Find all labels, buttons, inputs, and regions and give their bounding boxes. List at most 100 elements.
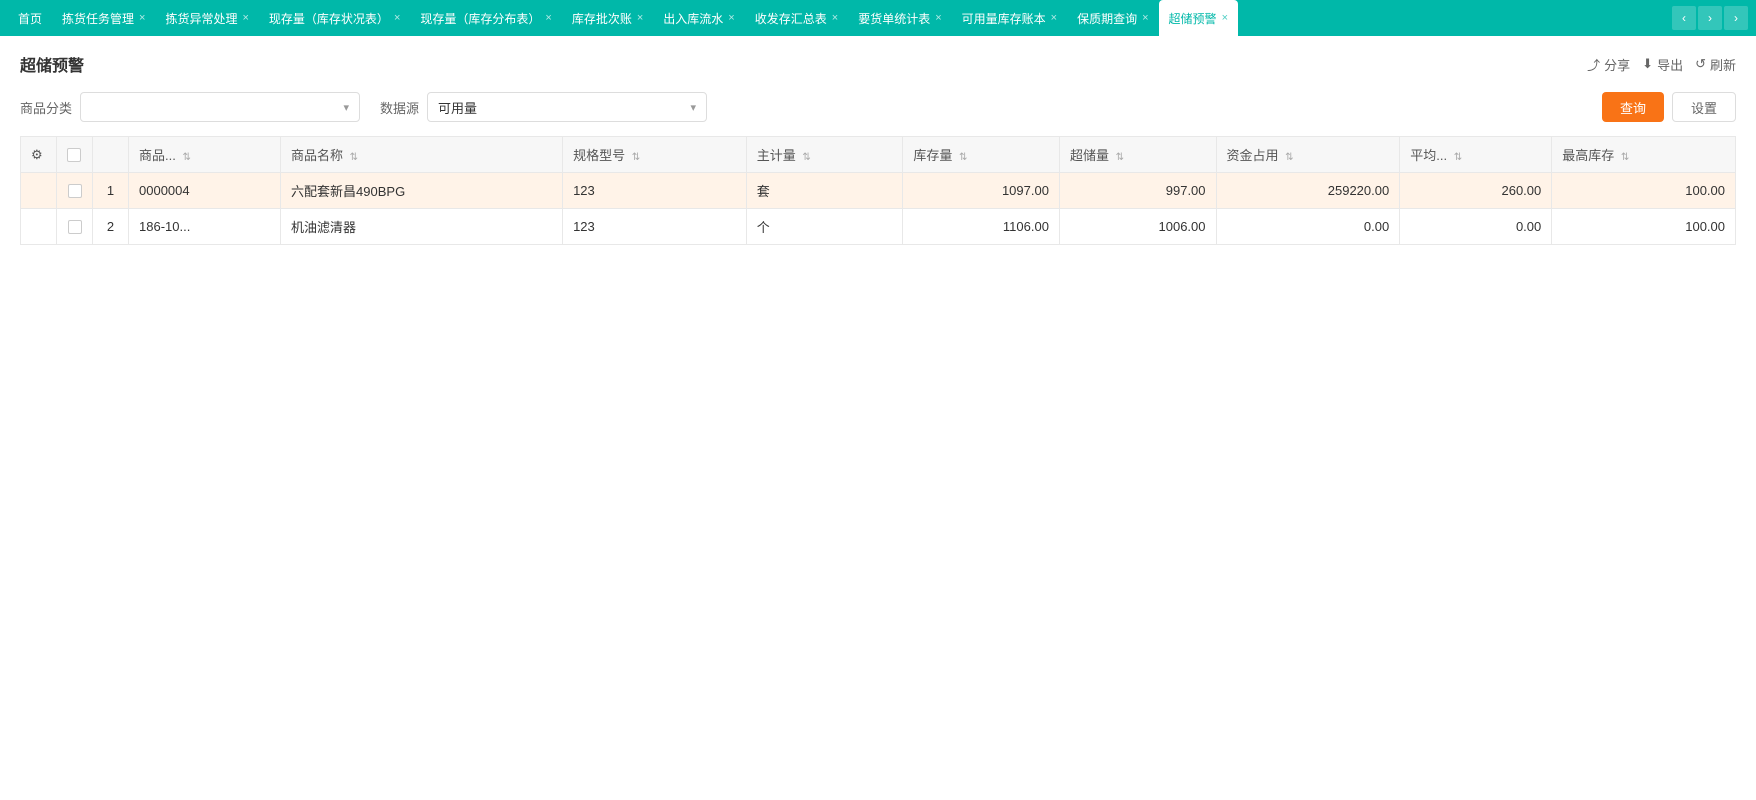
nav-avail-stock[interactable]: 可用量库存账本 ×	[952, 0, 1067, 36]
sort-sku-code-icon: ⇅	[182, 152, 190, 163]
close-collect-summary[interactable]: ×	[832, 12, 838, 24]
close-order-stat[interactable]: ×	[935, 12, 941, 24]
td-sku-name-0: 六配套新昌490BPG	[281, 173, 563, 209]
nav-shelf-life[interactable]: 保质期查询 ×	[1067, 0, 1158, 36]
nav-overstock[interactable]: 超储预警 ×	[1159, 0, 1238, 36]
td-checkbox-0[interactable]	[57, 173, 93, 209]
th-stock-qty[interactable]: 库存量 ⇅	[903, 137, 1060, 173]
th-sku-name[interactable]: 商品名称 ⇅	[281, 137, 563, 173]
export-button[interactable]: ⬇ 导出	[1642, 55, 1683, 74]
nav-home[interactable]: 首页	[8, 0, 52, 36]
td-checkbox-1[interactable]	[57, 209, 93, 245]
sort-stock-qty-icon: ⇅	[959, 152, 967, 163]
th-num	[93, 137, 129, 173]
close-batch[interactable]: ×	[637, 12, 643, 24]
nav-task-mgmt[interactable]: 拣货任务管理 ×	[52, 0, 155, 36]
table-row: 1 0000004 六配套新昌490BPG 123 套 1097.00 997.…	[21, 173, 1736, 209]
td-spec-1: 123	[563, 209, 747, 245]
datasource-filter-group: 数据源 可用量 ▾	[380, 92, 707, 122]
share-button[interactable]: ⤴ 分享	[1587, 55, 1630, 74]
td-spec-0: 123	[563, 173, 747, 209]
datasource-select[interactable]: 可用量 ▾	[427, 92, 707, 122]
nav-batch[interactable]: 库存批次账 ×	[562, 0, 653, 36]
td-avg-1: 0.00	[1400, 209, 1552, 245]
page-header: 超储预警 ⤴ 分享 ⬇ 导出 ↺ 刷新	[20, 52, 1736, 76]
nav-inout-flow[interactable]: 出入库流水 ×	[653, 0, 744, 36]
th-avg[interactable]: 平均... ⇅	[1400, 137, 1552, 173]
nav-arrow-more[interactable]: ›	[1724, 6, 1748, 30]
nav-stock-dist[interactable]: 现存量（库存分布表） ×	[410, 0, 561, 36]
top-nav: 首页 拣货任务管理 × 拣货异常处理 × 现存量（库存状况表） × 现存量（库存…	[0, 0, 1756, 36]
category-select[interactable]: ▾	[80, 92, 360, 122]
close-inout-flow[interactable]: ×	[728, 12, 734, 24]
sort-max-stock-icon: ⇅	[1621, 152, 1629, 163]
data-table: ⚙ 商品... ⇅ 商品名称 ⇅ 规格型号 ⇅	[20, 136, 1736, 245]
close-stock-status[interactable]: ×	[394, 12, 400, 24]
refresh-button[interactable]: ↺ 刷新	[1695, 55, 1736, 74]
close-overstock[interactable]: ×	[1222, 12, 1228, 24]
close-shelf-life[interactable]: ×	[1142, 12, 1148, 24]
td-gear-0	[21, 173, 57, 209]
category-chevron-icon: ▾	[343, 101, 349, 114]
td-max-stock-1: 100.00	[1552, 209, 1736, 245]
table-row: 2 186-10... 机油滤清器 123 个 1106.00 1006.00 …	[21, 209, 1736, 245]
table-header-row: ⚙ 商品... ⇅ 商品名称 ⇅ 规格型号 ⇅	[21, 137, 1736, 173]
datasource-chevron-icon: ▾	[691, 101, 697, 114]
td-num-0: 1	[93, 173, 129, 209]
nav-abnormal[interactable]: 拣货异常处理 ×	[155, 0, 258, 36]
th-checkbox[interactable]	[57, 137, 93, 173]
nav-stock-status[interactable]: 现存量（库存状况表） ×	[259, 0, 410, 36]
datasource-label: 数据源	[380, 98, 419, 117]
td-num-1: 2	[93, 209, 129, 245]
set-button[interactable]: 设置	[1672, 92, 1736, 122]
nav-order-stat[interactable]: 要货单统计表 ×	[848, 0, 951, 36]
th-overstock-qty[interactable]: 超储量 ⇅	[1059, 137, 1216, 173]
td-avg-0: 260.00	[1400, 173, 1552, 209]
td-unit-1: 个	[746, 209, 903, 245]
td-overstock-qty-0: 997.00	[1059, 173, 1216, 209]
share-icon: ⤴	[1587, 55, 1600, 74]
td-max-stock-0: 100.00	[1552, 173, 1736, 209]
td-stock-qty-0: 1097.00	[903, 173, 1060, 209]
datasource-select-value: 可用量	[438, 98, 690, 117]
nav-arrow-right[interactable]: ›	[1698, 6, 1722, 30]
close-abnormal[interactable]: ×	[242, 12, 248, 24]
row-checkbox-0[interactable]	[68, 184, 82, 198]
filter-actions: 查询 设置	[1602, 92, 1736, 122]
td-stock-qty-1: 1106.00	[903, 209, 1060, 245]
gear-icon: ⚙	[31, 147, 43, 162]
th-unit[interactable]: 主计量 ⇅	[746, 137, 903, 173]
nav-arrow-left[interactable]: ‹	[1672, 6, 1696, 30]
nav-collect-summary[interactable]: 收发存汇总表 ×	[745, 0, 848, 36]
header-actions: ⤴ 分享 ⬇ 导出 ↺ 刷新	[1587, 55, 1736, 74]
sort-avg-icon: ⇅	[1454, 152, 1462, 163]
sort-unit-icon: ⇅	[802, 152, 810, 163]
td-sku-name-1: 机油滤清器	[281, 209, 563, 245]
category-label: 商品分类	[20, 98, 72, 117]
filter-row: 商品分类 ▾ 数据源 可用量 ▾ 查询 设置	[20, 92, 1736, 122]
td-overstock-qty-1: 1006.00	[1059, 209, 1216, 245]
page-title: 超储预警	[20, 52, 84, 76]
td-sku-code-0: 0000004	[129, 173, 281, 209]
td-capital-occ-1: 0.00	[1216, 209, 1400, 245]
sort-spec-icon: ⇅	[632, 152, 640, 163]
th-max-stock[interactable]: 最高库存 ⇅	[1552, 137, 1736, 173]
td-gear-1	[21, 209, 57, 245]
sort-sku-name-icon: ⇅	[350, 152, 358, 163]
close-avail-stock[interactable]: ×	[1051, 12, 1057, 24]
row-checkbox-1[interactable]	[68, 220, 82, 234]
td-sku-code-1: 186-10...	[129, 209, 281, 245]
refresh-icon: ↺	[1695, 56, 1706, 72]
sort-capital-occ-icon: ⇅	[1285, 152, 1293, 163]
th-gear[interactable]: ⚙	[21, 137, 57, 173]
close-stock-dist[interactable]: ×	[545, 12, 551, 24]
th-sku-code[interactable]: 商品... ⇅	[129, 137, 281, 173]
close-task-mgmt[interactable]: ×	[139, 12, 145, 24]
th-capital-occ[interactable]: 资金占用 ⇅	[1216, 137, 1400, 173]
td-capital-occ-0: 259220.00	[1216, 173, 1400, 209]
category-filter-group: 商品分类 ▾	[20, 92, 360, 122]
header-checkbox[interactable]	[67, 148, 81, 162]
page-content: 超储预警 ⤴ 分享 ⬇ 导出 ↺ 刷新 商品分类 ▾ 数据源	[0, 36, 1756, 800]
th-spec[interactable]: 规格型号 ⇅	[563, 137, 747, 173]
query-button[interactable]: 查询	[1602, 92, 1664, 122]
